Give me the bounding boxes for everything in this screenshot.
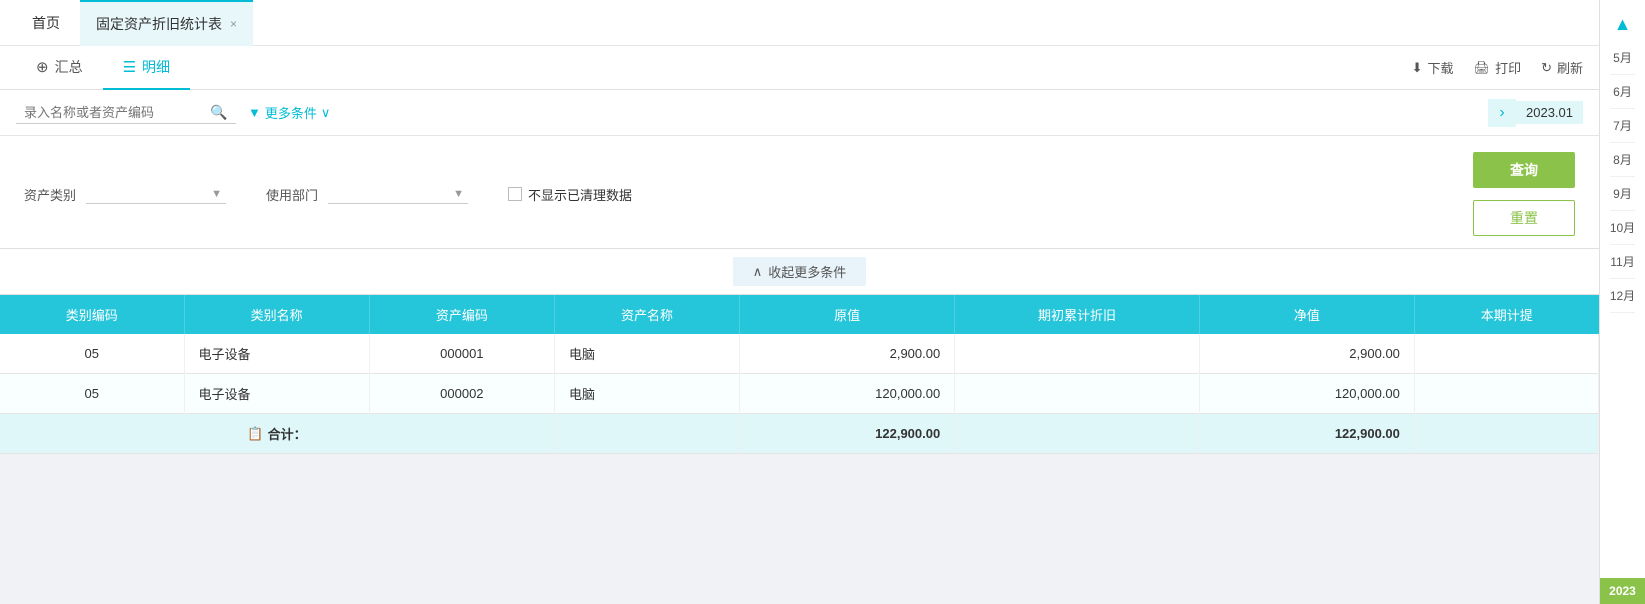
collapse-icon: ∧: [753, 264, 763, 280]
sidebar-month-item[interactable]: 6月: [1610, 75, 1635, 109]
detail-tab-label: 明细: [142, 57, 170, 77]
table-row: 05 电子设备 000002 电脑 120,000.00 120,000.00: [0, 374, 1599, 414]
tab-detail[interactable]: ☰ 明细: [103, 46, 190, 90]
cell-asset-code: 000002: [369, 374, 554, 414]
sidebar-month-item[interactable]: 12月: [1610, 279, 1635, 313]
total-icon: 📋: [247, 426, 263, 442]
sidebar-month-item[interactable]: 10月: [1610, 211, 1635, 245]
sidebar-month-item[interactable]: 7月: [1610, 109, 1635, 143]
cell-original-value: 2,900.00: [740, 334, 955, 374]
th-asset-name: 资产名称: [554, 295, 739, 334]
print-label: 打印: [1495, 58, 1521, 77]
total-net-value: 122,900.00: [1199, 414, 1414, 454]
refresh-label: 刷新: [1557, 58, 1583, 77]
data-table: 类别编码 类别名称 资产编码 资产名称 原值 期初累计折旧 净值 本期计提 05…: [0, 295, 1599, 454]
cell-current-depreciation: [1414, 374, 1598, 414]
department-field: 使用部门 ▼: [266, 184, 468, 204]
cell-asset-name: 电脑: [554, 334, 739, 374]
print-icon: 🖨: [1474, 60, 1491, 76]
cell-current-depreciation: [1414, 334, 1598, 374]
total-original-value: 122,900.00: [740, 414, 955, 454]
chevron-down-icon: ∨: [321, 105, 331, 121]
reset-button[interactable]: 重置: [1473, 200, 1575, 236]
right-sidebar: ▲ 5月6月7月8月9月10月11月12月 2023: [1599, 0, 1645, 604]
tab-close-icon[interactable]: ×: [230, 17, 237, 31]
th-current-depreciation: 本期计提: [1414, 295, 1598, 334]
sidebar-scroll-up-icon[interactable]: ▲: [1614, 8, 1632, 41]
refresh-icon: ↻: [1541, 60, 1552, 76]
cell-asset-name: 电脑: [554, 374, 739, 414]
th-accumulated-depreciation: 期初累计折旧: [955, 295, 1200, 334]
department-select[interactable]: [328, 184, 468, 204]
download-icon: ⬇: [1412, 60, 1423, 76]
total-asset-name: [554, 414, 739, 454]
date-prev-button[interactable]: ›: [1488, 99, 1516, 127]
th-category-name: 类别名称: [184, 295, 369, 334]
download-label: 下载: [1428, 58, 1454, 77]
cell-category-name: 电子设备: [184, 334, 369, 374]
total-row: 📋 合计： 122,900.00 122,900.00: [0, 414, 1599, 454]
cell-accumulated-depreciation: [955, 334, 1200, 374]
total-accumulated-depreciation: [955, 414, 1200, 454]
table-header-row: 类别编码 类别名称 资产编码 资产名称 原值 期初累计折旧 净值 本期计提: [0, 295, 1599, 334]
asset-category-field: 资产类别 ▼: [24, 184, 226, 204]
summary-tab-label: 汇总: [55, 57, 83, 77]
more-filter-label: 更多条件: [265, 103, 317, 122]
search-input[interactable]: [24, 105, 204, 120]
date-display: 2023.01: [1516, 101, 1583, 124]
sidebar-year: 2023: [1600, 578, 1645, 604]
cell-category-code: 05: [0, 334, 184, 374]
detail-icon: ☰: [123, 58, 136, 76]
sidebar-month-item[interactable]: 5月: [1610, 41, 1635, 75]
th-asset-code: 资产编码: [369, 295, 554, 334]
collapse-bar: ∧ 收起更多条件: [0, 249, 1599, 295]
cell-asset-code: 000001: [369, 334, 554, 374]
data-table-wrap: 类别编码 类别名称 资产编码 资产名称 原值 期初累计折旧 净值 本期计提 05…: [0, 295, 1599, 454]
hide-cleared-checkbox-wrap[interactable]: 不显示已清理数据: [508, 185, 632, 204]
th-category-code: 类别编码: [0, 295, 184, 334]
collapse-label: 收起更多条件: [768, 262, 846, 281]
asset-category-select[interactable]: [86, 184, 226, 204]
query-button[interactable]: 查询: [1473, 152, 1575, 188]
advanced-filter-panel: 资产类别 ▼ 使用部门 ▼ 不显示已清理数: [0, 136, 1599, 249]
th-original-value: 原值: [740, 295, 955, 334]
tab-label: 固定资产折旧统计表: [96, 14, 222, 34]
cell-net-value: 2,900.00: [1199, 334, 1414, 374]
hide-cleared-checkbox[interactable]: [508, 187, 522, 201]
tab-summary[interactable]: ⊕ 汇总: [16, 46, 103, 90]
refresh-button[interactable]: ↻ 刷新: [1541, 58, 1583, 77]
search-wrap: 🔍: [16, 102, 236, 124]
home-nav[interactable]: 首页: [16, 0, 76, 46]
print-button[interactable]: 🖨 打印: [1474, 58, 1522, 77]
table-row: 05 电子设备 000001 电脑 2,900.00 2,900.00: [0, 334, 1599, 374]
th-net-value: 净值: [1199, 295, 1414, 334]
cell-accumulated-depreciation: [955, 374, 1200, 414]
department-label: 使用部门: [266, 185, 318, 204]
cell-category-code: 05: [0, 374, 184, 414]
download-button[interactable]: ⬇ 下载: [1412, 58, 1454, 77]
hide-cleared-label: 不显示已清理数据: [528, 185, 632, 204]
search-icon[interactable]: 🔍: [210, 104, 227, 121]
collapse-button[interactable]: ∧ 收起更多条件: [733, 257, 867, 286]
total-current-depreciation: [1414, 414, 1598, 454]
total-label-text: 合计：: [268, 424, 307, 443]
cell-original-value: 120,000.00: [740, 374, 955, 414]
cell-category-name: 电子设备: [184, 374, 369, 414]
summary-icon: ⊕: [36, 58, 49, 76]
cell-net-value: 120,000.00: [1199, 374, 1414, 414]
sidebar-month-item[interactable]: 11月: [1610, 245, 1635, 279]
more-filter-button[interactable]: ▼ 更多条件 ∨: [248, 103, 330, 122]
filter-icon: ▼: [248, 105, 261, 120]
sidebar-month-item[interactable]: 9月: [1610, 177, 1635, 211]
active-tab[interactable]: 固定资产折旧统计表 ×: [80, 0, 253, 46]
asset-category-label: 资产类别: [24, 185, 76, 204]
sidebar-month-item[interactable]: 8月: [1610, 143, 1635, 177]
total-label-cell: 📋 合计：: [0, 414, 554, 454]
